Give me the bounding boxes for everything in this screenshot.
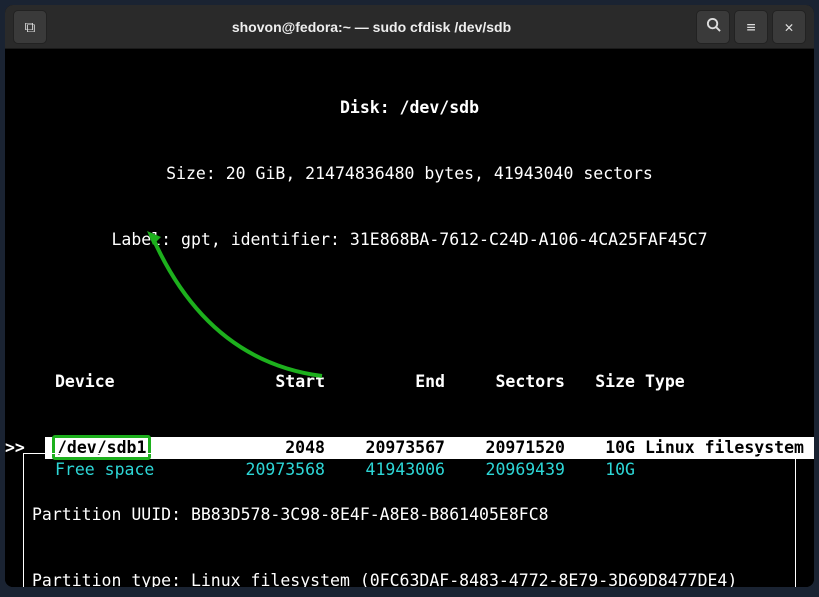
partition-type: Partition type: Linux filesystem (0FC63D… (32, 570, 787, 587)
disk-size-line: Size: 20 GiB, 21474836480 bytes, 4194304… (5, 163, 814, 185)
window-title: shovon@fedora:~ — sudo cfdisk /dev/sdb (49, 19, 694, 35)
titlebar: ⧉ shovon@fedora:~ — sudo cfdisk /dev/sdb… (5, 5, 814, 49)
hdr-type: Type (635, 371, 805, 393)
close-button[interactable]: ✕ (772, 10, 806, 44)
hdr-end: End (325, 371, 445, 393)
search-icon (706, 17, 721, 36)
new-tab-button[interactable]: ⧉ (13, 10, 47, 44)
disk-label-line: Label: gpt, identifier: 31E868BA-7612-C2… (5, 229, 814, 251)
hdr-sectors: Sectors (445, 371, 565, 393)
partition-info-box: Partition UUID: BB83D578-3C98-8E4F-A8E8-… (23, 453, 796, 587)
terminal-window: ⧉ shovon@fedora:~ — sudo cfdisk /dev/sdb… (5, 5, 814, 587)
search-button[interactable] (696, 10, 730, 44)
menu-button[interactable]: ≡ (734, 10, 768, 44)
table-header-row: Device Start End Sectors Size Type (5, 371, 814, 393)
new-tab-icon: ⧉ (25, 18, 36, 36)
hdr-device: Device (45, 371, 215, 393)
disk-title: Disk: /dev/sdb (5, 97, 814, 119)
terminal-body[interactable]: Disk: /dev/sdb Size: 20 GiB, 21474836480… (5, 49, 814, 587)
partition-uuid: Partition UUID: BB83D578-3C98-8E4F-A8E8-… (32, 504, 787, 526)
hdr-start: Start (215, 371, 325, 393)
hdr-size: Size (565, 371, 635, 393)
menu-icon: ≡ (746, 18, 755, 36)
close-icon: ✕ (784, 18, 793, 36)
